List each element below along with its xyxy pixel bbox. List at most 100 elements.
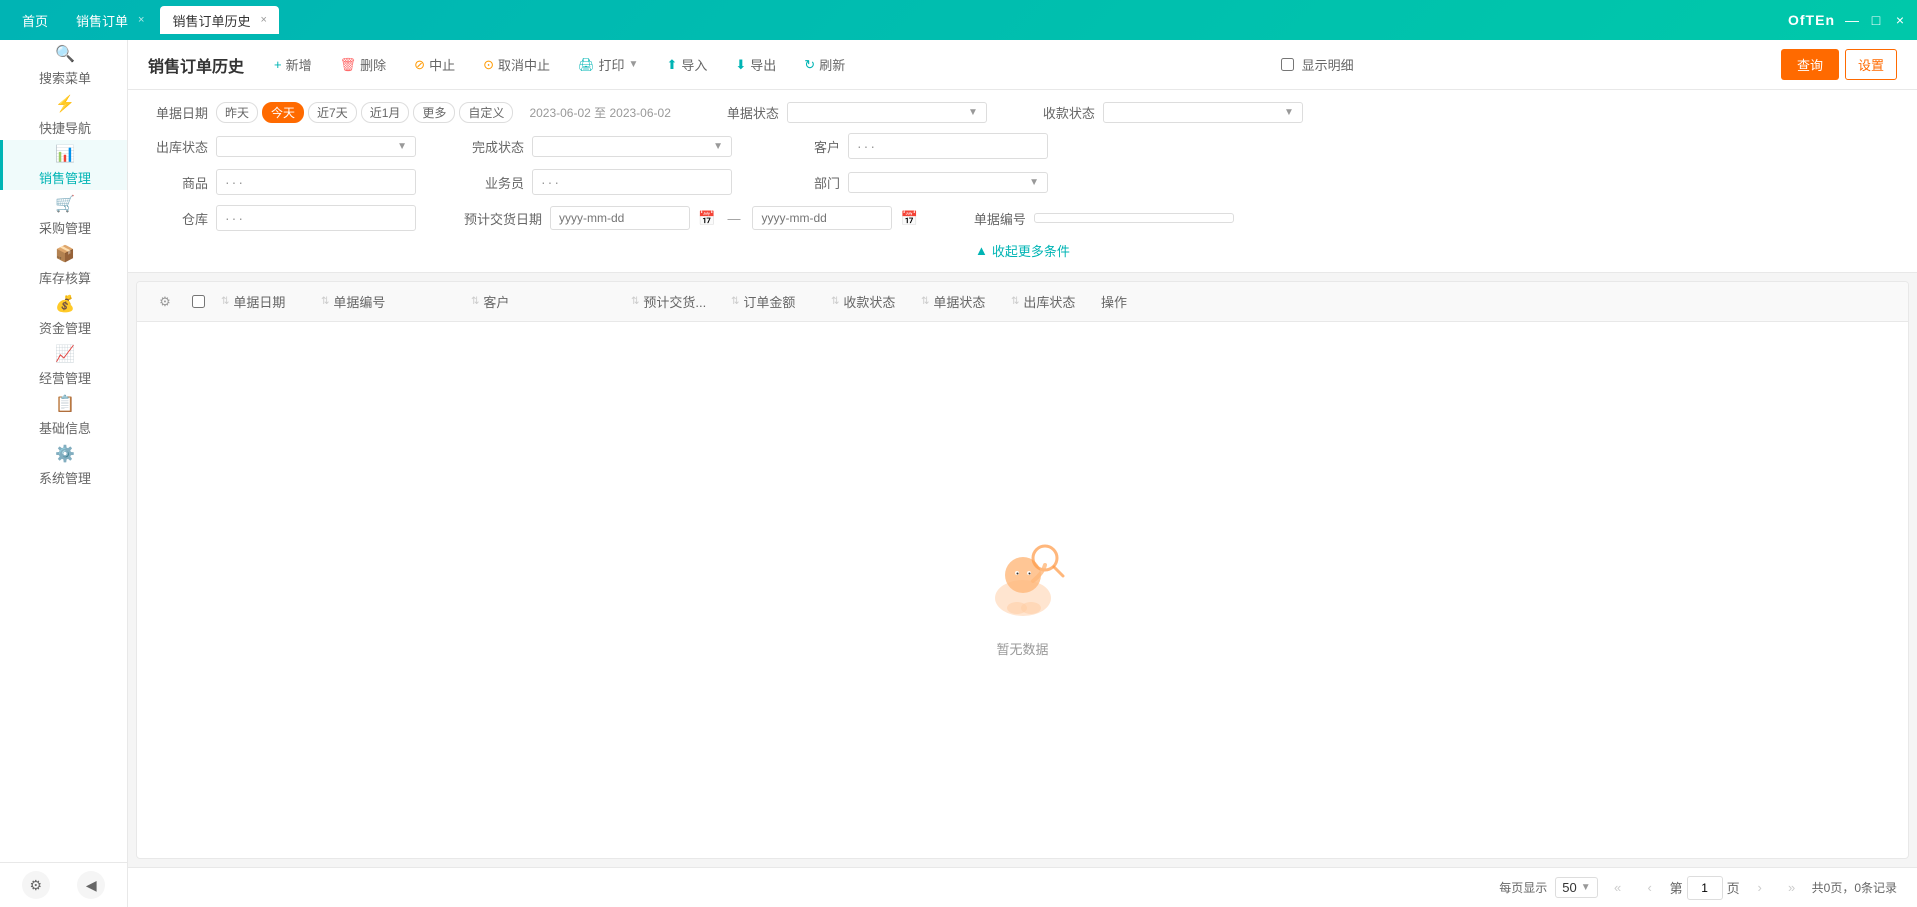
last-page-btn[interactable]: » bbox=[1780, 876, 1804, 900]
sidebar-item-info[interactable]: 📋 基础信息 bbox=[0, 390, 127, 440]
sidebar-settings-btn[interactable]: ⚙ bbox=[22, 871, 50, 899]
cancel-stop-button[interactable]: ⊙ 取消中止 bbox=[475, 51, 558, 78]
filter-row-4: 仓库 ··· 预计交货日期 📅 — 📅 单 bbox=[148, 205, 1897, 231]
date-btn-yesterday[interactable]: 昨天 bbox=[216, 102, 258, 123]
payment-status-arrow: ▼ bbox=[1284, 107, 1294, 118]
first-page-btn[interactable]: « bbox=[1606, 876, 1630, 900]
payment-status-select[interactable]: ▼ bbox=[1103, 102, 1303, 123]
delete-label: 删除 bbox=[360, 55, 386, 74]
print-button[interactable]: 🖨 打印 ▼ bbox=[570, 51, 646, 78]
outbound-arrow: ▼ bbox=[397, 141, 407, 152]
select-all-checkbox[interactable] bbox=[192, 295, 205, 308]
finance-icon: 💰 bbox=[55, 294, 75, 314]
content-area: 销售订单历史 + 新增 🗑 删除 ⊘ 中止 ⊙ 取消中止 🖨 打印 ▼ bbox=[128, 40, 1917, 907]
sidebar-item-system[interactable]: ⚙️ 系统管理 bbox=[0, 440, 127, 490]
sidebar-item-finance-label: 资金管理 bbox=[39, 318, 91, 337]
refresh-button[interactable]: ↻ 刷新 bbox=[796, 51, 853, 78]
tab-sales-order-history[interactable]: 销售订单历史 × bbox=[160, 6, 278, 34]
date-btn-1month[interactable]: 近1月 bbox=[361, 102, 410, 123]
delete-button[interactable]: 🗑 删除 bbox=[332, 51, 395, 78]
col-delivery[interactable]: ⇅ 预计交货... bbox=[623, 292, 723, 311]
col-bill[interactable]: ⇅ 单据状态 bbox=[913, 292, 1003, 311]
next-page-btn[interactable]: › bbox=[1748, 876, 1772, 900]
sidebar-collapse-btn[interactable]: ◀ bbox=[77, 871, 105, 899]
collapse-arrow-icon: ▲ bbox=[975, 243, 988, 258]
top-right: OfTEn — □ × bbox=[1788, 12, 1907, 28]
tab-sales-order[interactable]: 销售订单 × bbox=[64, 6, 156, 34]
print-arrow-icon: ▼ bbox=[629, 59, 639, 70]
tab-sales-order-close[interactable]: × bbox=[138, 14, 144, 26]
date-range-dash: — bbox=[727, 211, 740, 226]
dept-select[interactable]: ▼ bbox=[848, 172, 1048, 193]
sidebar-item-purchase[interactable]: 🛒 采购管理 bbox=[0, 190, 127, 240]
tab-home-label: 首页 bbox=[22, 11, 48, 30]
sidebar-item-finance[interactable]: 💰 资金管理 bbox=[0, 290, 127, 340]
outbound-status-select[interactable]: ▼ bbox=[216, 136, 416, 157]
window-max-btn[interactable]: □ bbox=[1869, 13, 1883, 27]
settings-button[interactable]: 设置 bbox=[1845, 49, 1897, 80]
col-amount[interactable]: ⇅ 订单金额 bbox=[723, 292, 823, 311]
col-outbound-label: 出库状态 bbox=[1023, 292, 1075, 311]
cal-icon-from[interactable]: 📅 bbox=[698, 210, 715, 227]
goods-input[interactable]: ··· bbox=[216, 169, 416, 195]
warehouse-input[interactable]: ··· bbox=[216, 205, 416, 231]
date-btn-7days[interactable]: 近7天 bbox=[308, 102, 357, 123]
date-btn-more[interactable]: 更多 bbox=[413, 102, 455, 123]
sidebar-item-sales[interactable]: 📊 销售管理 bbox=[0, 140, 127, 190]
cal-icon-to[interactable]: 📅 bbox=[900, 210, 917, 227]
empty-text: 暂无数据 bbox=[996, 639, 1048, 658]
sidebar: 🔍 搜索菜单 ⚡ 快捷导航 📊 销售管理 🛒 采购管理 📦 库存核算 💰 资金管… bbox=[0, 40, 128, 907]
complete-status-select[interactable]: ▼ bbox=[532, 136, 732, 157]
page-size-select[interactable]: 50 ▼ bbox=[1555, 877, 1597, 898]
collapse-button[interactable]: ▲ 收起更多条件 bbox=[975, 241, 1070, 260]
col-payment[interactable]: ⇅ 收款状态 bbox=[823, 292, 913, 311]
import-label: 导入 bbox=[681, 55, 707, 74]
tab-home[interactable]: 首页 bbox=[10, 6, 60, 34]
delivery-date-to-input[interactable] bbox=[761, 211, 883, 225]
bill-no-input[interactable] bbox=[1034, 213, 1234, 223]
date-btn-custom[interactable]: 自定义 bbox=[459, 102, 513, 123]
delivery-date-from-input[interactable] bbox=[559, 211, 681, 225]
sidebar-item-quick-nav[interactable]: ⚡ 快捷导航 bbox=[0, 90, 127, 140]
bill-status-label: 单据状态 bbox=[719, 103, 779, 122]
window-close-btn[interactable]: × bbox=[1893, 13, 1907, 27]
new-button[interactable]: + 新增 bbox=[266, 51, 320, 78]
outbound-status-label: 出库状态 bbox=[148, 137, 208, 156]
import-icon: ⬆ bbox=[666, 57, 677, 73]
delivery-date-to[interactable] bbox=[752, 206, 892, 230]
salesperson-input[interactable]: ··· bbox=[532, 169, 732, 195]
sidebar-item-operations[interactable]: 📈 经营管理 bbox=[0, 340, 127, 390]
tab-history-close[interactable]: × bbox=[260, 14, 266, 26]
display-columns-checkbox[interactable]: 显示明细 bbox=[1281, 55, 1354, 74]
sidebar-item-system-label: 系统管理 bbox=[39, 468, 91, 487]
complete-status-label: 完成状态 bbox=[464, 137, 524, 156]
table-header: ⚙ ⇅ 单据日期 ⇅ 单据编号 ⇅ 客户 ⇅ bbox=[137, 282, 1908, 322]
payment-status-label: 收款状态 bbox=[1035, 103, 1095, 122]
print-label: 打印 bbox=[599, 55, 625, 74]
bill-status-select[interactable]: ▼ bbox=[787, 102, 987, 123]
table-settings-btn[interactable]: ⚙ bbox=[147, 294, 183, 310]
prev-page-btn[interactable]: ‹ bbox=[1638, 876, 1662, 900]
dept-arrow: ▼ bbox=[1029, 177, 1039, 188]
query-button[interactable]: 查询 bbox=[1781, 49, 1839, 80]
col-outbound[interactable]: ⇅ 出库状态 bbox=[1003, 292, 1093, 311]
import-button[interactable]: ⬆ 导入 bbox=[658, 51, 715, 78]
sidebar-item-purchase-label: 采购管理 bbox=[39, 218, 91, 237]
col-date[interactable]: ⇅ 单据日期 bbox=[213, 292, 313, 311]
filter-row-3: 商品 ··· 业务员 ··· 部门 ▼ bbox=[148, 169, 1897, 195]
sidebar-item-inventory[interactable]: 📦 库存核算 bbox=[0, 240, 127, 290]
table-checkbox-all[interactable] bbox=[183, 295, 213, 308]
display-columns-check[interactable] bbox=[1281, 58, 1294, 71]
window-min-btn[interactable]: — bbox=[1845, 13, 1859, 27]
col-no[interactable]: ⇅ 单据编号 bbox=[313, 292, 463, 311]
page-number-input[interactable] bbox=[1687, 876, 1723, 900]
delivery-date-from[interactable] bbox=[550, 206, 690, 230]
col-customer[interactable]: ⇅ 客户 bbox=[463, 292, 623, 311]
sales-icon: 📊 bbox=[55, 144, 75, 164]
export-button[interactable]: ⬇ 导出 bbox=[727, 51, 784, 78]
date-btn-today[interactable]: 今天 bbox=[262, 102, 304, 123]
customer-input[interactable]: ··· bbox=[848, 133, 1048, 159]
page-header: 销售订单历史 + 新增 🗑 删除 ⊘ 中止 ⊙ 取消中止 🖨 打印 ▼ bbox=[128, 40, 1917, 90]
sidebar-item-search[interactable]: 🔍 搜索菜单 bbox=[0, 40, 127, 90]
stop-button[interactable]: ⊘ 中止 bbox=[406, 51, 463, 78]
